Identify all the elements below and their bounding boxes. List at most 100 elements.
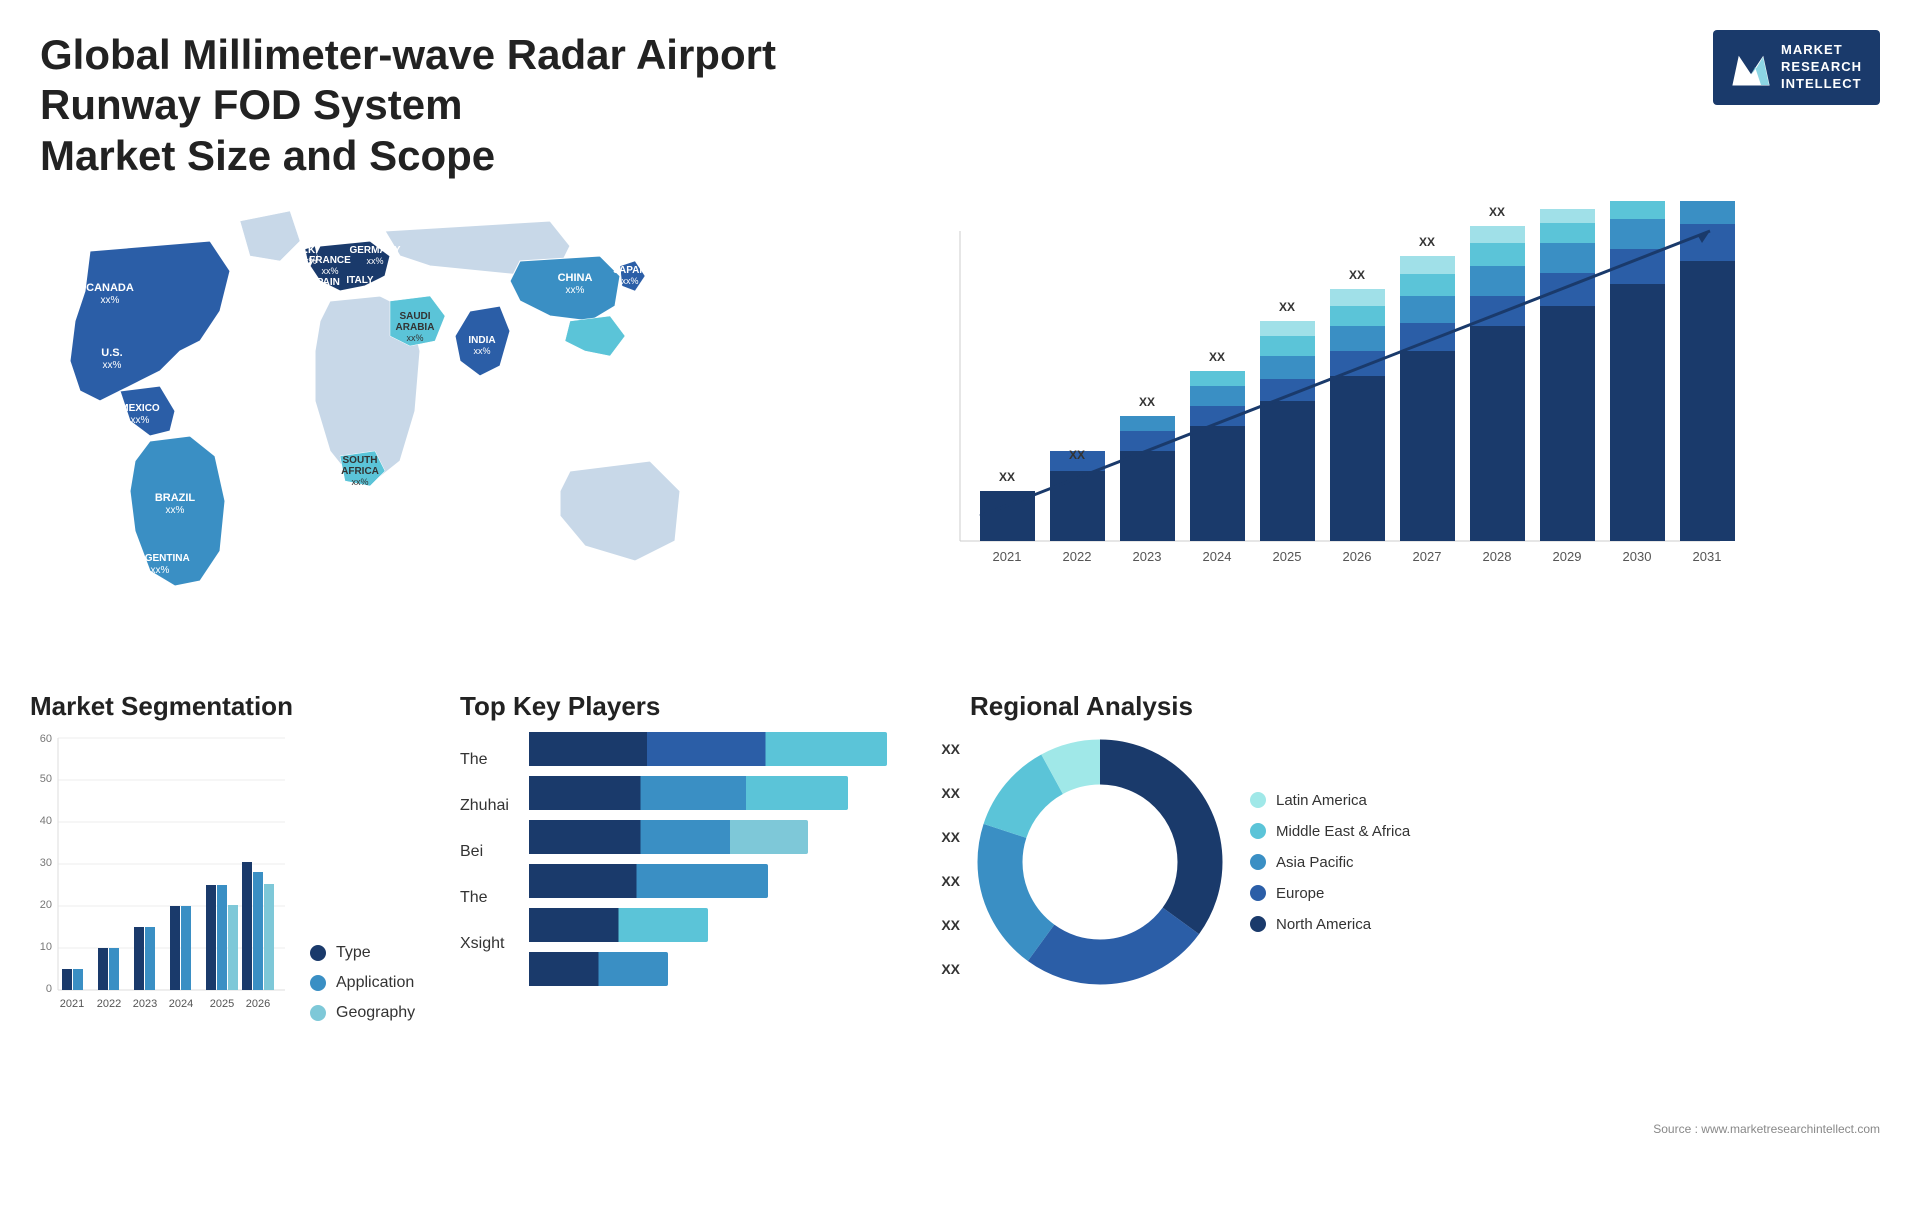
svg-text:2023: 2023 (1133, 549, 1162, 564)
player-name-4: Xsight (460, 926, 509, 962)
svg-text:60: 60 (40, 733, 52, 745)
svg-text:2029: 2029 (1553, 549, 1582, 564)
player-bar-row-5: XX (529, 952, 960, 986)
segmentation-container: Market Segmentation 0 10 20 30 40 50 60 (30, 691, 450, 1131)
legend-item-type: Type (310, 944, 415, 962)
svg-text:XX: XX (999, 470, 1015, 484)
seg-legend: Type Application Geography (310, 924, 415, 1022)
player-name-1: Zhuhai (460, 788, 509, 824)
player-bar-track-5 (529, 952, 927, 986)
regional-container: Regional Analysis (970, 691, 1890, 1131)
player-bar-row-0: XX (529, 732, 960, 766)
key-players-container: Top Key Players The Zhuhai Bei The Xsigh… (460, 691, 960, 1131)
svg-text:2025: 2025 (1273, 549, 1302, 564)
svg-text:XX: XX (1419, 235, 1435, 249)
svg-text:20: 20 (40, 899, 52, 911)
title-line2: Market Size and Scope (40, 132, 495, 179)
svg-text:2021: 2021 (60, 998, 84, 1010)
svg-text:40: 40 (40, 815, 52, 827)
svg-text:2030: 2030 (1623, 549, 1652, 564)
player-bars-area: XX XX XX (529, 732, 960, 996)
svg-text:CHINA: CHINA (558, 272, 593, 284)
player-bar-xx-5: XX (941, 961, 960, 977)
seg-chart-area: 0 10 20 30 40 50 60 (30, 732, 450, 1022)
logo-icon (1731, 47, 1771, 87)
legend-dot-geography (310, 1005, 326, 1021)
svg-text:2027: 2027 (1413, 549, 1442, 564)
svg-text:XX: XX (1559, 201, 1575, 202)
legend-label-application: Application (336, 974, 414, 992)
player-bar-track-3 (529, 864, 927, 898)
svg-text:xx%: xx% (406, 333, 423, 343)
svg-text:2026: 2026 (1343, 549, 1372, 564)
svg-text:XX: XX (1069, 448, 1085, 462)
reg-legend-latin-america: Latin America (1250, 792, 1410, 809)
svg-text:10: 10 (40, 941, 52, 953)
svg-text:AFRICA: AFRICA (341, 466, 379, 477)
reg-label-latin-america: Latin America (1276, 792, 1367, 809)
svg-text:SPAIN: SPAIN (310, 277, 340, 288)
legend-label-geography: Geography (336, 1004, 415, 1022)
svg-text:ITALY: ITALY (346, 275, 374, 286)
reg-dot-latin-america (1250, 792, 1266, 808)
svg-text:2023: 2023 (133, 998, 157, 1010)
logo-text: MARKET RESEARCH INTELLECT (1781, 42, 1862, 93)
logo-text-line3: INTELLECT (1781, 76, 1862, 93)
legend-dot-application (310, 975, 326, 991)
player-bar-row-3: XX (529, 864, 960, 898)
svg-text:xx%: xx% (166, 505, 185, 516)
key-players-title: Top Key Players (460, 691, 960, 722)
page-title: Global Millimeter-wave Radar Airport Run… (40, 30, 940, 181)
svg-text:SAUDI: SAUDI (399, 311, 430, 322)
player-bar-track-4 (529, 908, 927, 942)
svg-text:XX: XX (1279, 300, 1295, 314)
reg-label-middle-east-africa: Middle East & Africa (1276, 823, 1410, 840)
svg-text:0: 0 (46, 983, 52, 995)
bar-chart-svg: XX XX XX XX (790, 201, 1870, 601)
regional-legend: Latin America Middle East & Africa Asia … (1250, 792, 1410, 933)
svg-text:xx%: xx% (351, 286, 368, 296)
svg-text:50: 50 (40, 773, 52, 785)
map-container: CANADA xx% U.S. xx% MEXICO xx% BRAZIL xx… (30, 191, 710, 671)
reg-dot-north-america (1250, 916, 1266, 932)
svg-text:XX: XX (1349, 268, 1365, 282)
svg-text:2022: 2022 (97, 998, 121, 1010)
svg-text:2024: 2024 (169, 998, 193, 1010)
player-bar-track-2 (529, 820, 927, 854)
svg-text:xx%: xx% (566, 285, 585, 296)
svg-text:xx%: xx% (151, 565, 170, 576)
svg-text:xx%: xx% (321, 266, 338, 276)
reg-label-europe: Europe (1276, 885, 1324, 902)
svg-text:2022: 2022 (1063, 549, 1092, 564)
main-content: CANADA xx% U.S. xx% MEXICO xx% BRAZIL xx… (0, 191, 1920, 1217)
player-name-0: The (460, 742, 509, 778)
svg-text:INDIA: INDIA (468, 335, 495, 346)
player-bar-xx-4: XX (941, 917, 960, 933)
donut-svg (970, 732, 1230, 992)
reg-legend-north-america: North America (1250, 916, 1410, 933)
reg-dot-asia-pacific (1250, 854, 1266, 870)
svg-text:2025: 2025 (210, 998, 234, 1010)
segmentation-title: Market Segmentation (30, 691, 450, 722)
player-bar-xx-0: XX (941, 741, 960, 757)
svg-text:xx%: xx% (131, 415, 150, 426)
player-bar-track-1 (529, 776, 927, 810)
players-list: The Zhuhai Bei The Xsight XX (460, 732, 960, 996)
svg-text:XX: XX (1209, 350, 1225, 364)
reg-legend-europe: Europe (1250, 885, 1410, 902)
player-bar-fill-4 (529, 908, 708, 942)
svg-text:JAPAN: JAPAN (613, 265, 646, 276)
svg-text:GERMANY: GERMANY (349, 245, 400, 256)
regional-title: Regional Analysis (970, 691, 1890, 722)
svg-text:xx%: xx% (316, 288, 333, 298)
legend-item-geography: Geography (310, 1004, 415, 1022)
svg-text:2021: 2021 (993, 549, 1022, 564)
title-line1: Global Millimeter-wave Radar Airport Run… (40, 31, 776, 128)
reg-label-asia-pacific: Asia Pacific (1276, 854, 1354, 871)
svg-text:BRAZIL: BRAZIL (155, 492, 196, 504)
svg-text:FRANCE: FRANCE (309, 255, 351, 266)
player-bar-xx-2: XX (941, 829, 960, 845)
player-names: The Zhuhai Bei The Xsight (460, 732, 509, 996)
logo-text-line1: MARKET (1781, 42, 1862, 59)
player-bar-row-4: XX (529, 908, 960, 942)
